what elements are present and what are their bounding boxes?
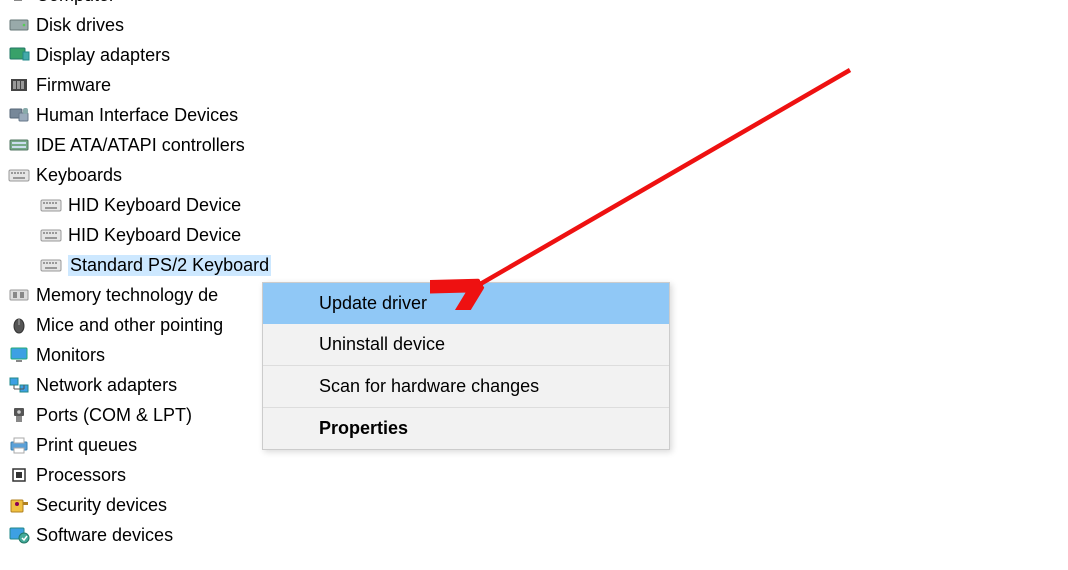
computer-icon <box>8 0 30 4</box>
security-icon <box>8 496 30 514</box>
port-icon <box>8 406 30 424</box>
menu-item[interactable]: Properties <box>263 408 669 449</box>
keyboard-cat-icon <box>8 166 30 184</box>
tree-item[interactable]: Mice and other pointing <box>0 310 271 340</box>
tree-item-label: Network adapters <box>36 375 177 396</box>
keyboard-icon <box>40 256 62 274</box>
tree-item[interactable]: Firmware <box>0 70 271 100</box>
tree-item[interactable]: Processors <box>0 460 271 490</box>
keyboard-icon <box>40 196 62 214</box>
tree-item[interactable]: Standard PS/2 Keyboard <box>0 250 271 280</box>
tree-item-label: Mice and other pointing <box>36 315 223 336</box>
tree-item-label: Processors <box>36 465 126 486</box>
tree-item[interactable]: Ports (COM & LPT) <box>0 400 271 430</box>
tree-item[interactable]: Print queues <box>0 430 271 460</box>
tree-item-label: Monitors <box>36 345 105 366</box>
hid-icon <box>8 106 30 124</box>
tree-item[interactable]: Display adapters <box>0 40 271 70</box>
software-icon <box>8 526 30 544</box>
ide-icon <box>8 136 30 154</box>
network-icon <box>8 376 30 394</box>
printer-icon <box>8 436 30 454</box>
tree-item[interactable]: Software devices <box>0 520 271 550</box>
tree-item-label: IDE ATA/ATAPI controllers <box>36 135 245 156</box>
tree-item-label: Human Interface Devices <box>36 105 238 126</box>
mouse-icon <box>8 316 30 334</box>
tree-item-label: Memory technology de <box>36 285 218 306</box>
tree-item-label: Display adapters <box>36 45 170 66</box>
tree-item-label: Software devices <box>36 525 173 546</box>
tree-item[interactable]: Network adapters <box>0 370 271 400</box>
tree-item-label: Firmware <box>36 75 111 96</box>
keyboard-icon <box>40 226 62 244</box>
tree-item-label: Print queues <box>36 435 137 456</box>
tree-item[interactable]: Security devices <box>0 490 271 520</box>
tree-item-label: Computer <box>36 0 115 6</box>
tree-item-label: Keyboards <box>36 165 122 186</box>
menu-item[interactable]: Scan for hardware changes <box>263 366 669 407</box>
context-menu: Update driverUninstall deviceScan for ha… <box>262 282 670 450</box>
firmware-icon <box>8 76 30 94</box>
tree-item-label: Disk drives <box>36 15 124 36</box>
tree-item[interactable]: HID Keyboard Device <box>0 220 271 250</box>
tree-item-label: Standard PS/2 Keyboard <box>68 255 271 276</box>
memory-icon <box>8 286 30 304</box>
tree-item[interactable]: HID Keyboard Device <box>0 190 271 220</box>
disk-icon <box>8 16 30 34</box>
annotation-arrow <box>430 50 870 310</box>
menu-item[interactable]: Uninstall device <box>263 324 669 365</box>
menu-item[interactable]: Update driver <box>263 283 669 324</box>
monitor-icon <box>8 346 30 364</box>
tree-item[interactable]: Disk drives <box>0 10 271 40</box>
tree-item-label: Ports (COM & LPT) <box>36 405 192 426</box>
tree-item-label: HID Keyboard Device <box>68 225 241 246</box>
device-tree: Computer Disk drives Display adapters Firmw… <box>0 0 271 550</box>
tree-item[interactable]: Memory technology de <box>0 280 271 310</box>
tree-item[interactable]: IDE ATA/ATAPI controllers <box>0 130 271 160</box>
tree-item[interactable]: Keyboards <box>0 160 271 190</box>
tree-item[interactable]: Monitors <box>0 340 271 370</box>
tree-item[interactable]: Human Interface Devices <box>0 100 271 130</box>
display-icon <box>8 46 30 64</box>
tree-item[interactable]: Computer <box>0 0 271 10</box>
cpu-icon <box>8 466 30 484</box>
tree-item-label: Security devices <box>36 495 167 516</box>
tree-item-label: HID Keyboard Device <box>68 195 241 216</box>
